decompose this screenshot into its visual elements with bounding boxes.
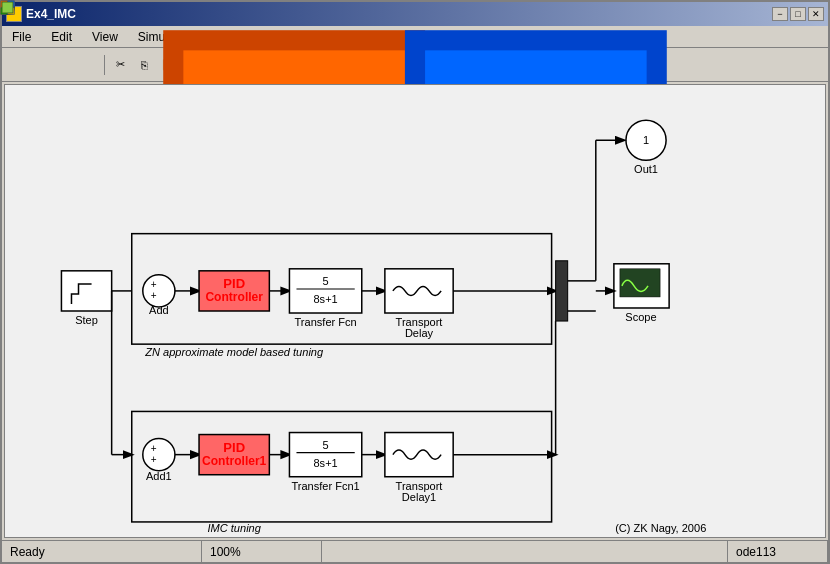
add-label: Add (149, 304, 169, 316)
svg-rect-69 (385, 433, 453, 477)
svg-text:+: + (151, 443, 157, 454)
toolbar: ✂ ⎘ 📋 ↩ ↪ ▶ ⏹ Normal Accelerator (2, 48, 828, 82)
svg-text:Delay: Delay (405, 327, 434, 339)
transfer-fcn-top-label: Transfer Fcn (295, 316, 357, 328)
extra-button[interactable] (543, 54, 565, 76)
controller1-label: Controller1 (202, 454, 267, 468)
svg-text:+: + (151, 290, 157, 301)
copyright-label: (C) ZK Nagy, 2006 (615, 522, 706, 534)
main-window: Ex4_IMC − □ ✕ File Edit View Simulation … (0, 0, 830, 564)
bottom-path-label: IMC tuning (208, 522, 262, 534)
transfer-fcn1-label: Transfer Fcn1 (291, 480, 359, 492)
svg-rect-50 (556, 261, 568, 321)
svg-point-58 (143, 439, 175, 471)
svg-text:5: 5 (323, 275, 329, 287)
svg-rect-27 (2, 2, 13, 13)
svg-text:+: + (151, 454, 157, 465)
out1-label: Out1 (634, 163, 658, 175)
controller-top-label: Controller (205, 290, 263, 304)
scope-label: Scope (625, 311, 656, 323)
svg-rect-47 (385, 269, 453, 313)
svg-text:5: 5 (323, 439, 329, 451)
svg-point-36 (143, 275, 175, 307)
svg-text:Delay1: Delay1 (402, 491, 436, 503)
svg-text:1: 1 (643, 134, 649, 146)
svg-rect-33 (61, 271, 111, 311)
svg-text:8s+1: 8s+1 (313, 457, 337, 469)
diagram-canvas[interactable]: 1 Out1 Step + + Add (4, 84, 826, 538)
svg-text:8s+1: 8s+1 (313, 293, 337, 305)
pid-top-label: PID (223, 276, 245, 291)
pid-bottom-label: PID (223, 440, 245, 455)
step-label: Step (75, 314, 98, 326)
top-path-label: ZN approximate model based tuning (144, 346, 324, 358)
svg-rect-54 (620, 269, 660, 297)
svg-text:+: + (151, 279, 157, 290)
add1-label: Add1 (146, 470, 172, 482)
